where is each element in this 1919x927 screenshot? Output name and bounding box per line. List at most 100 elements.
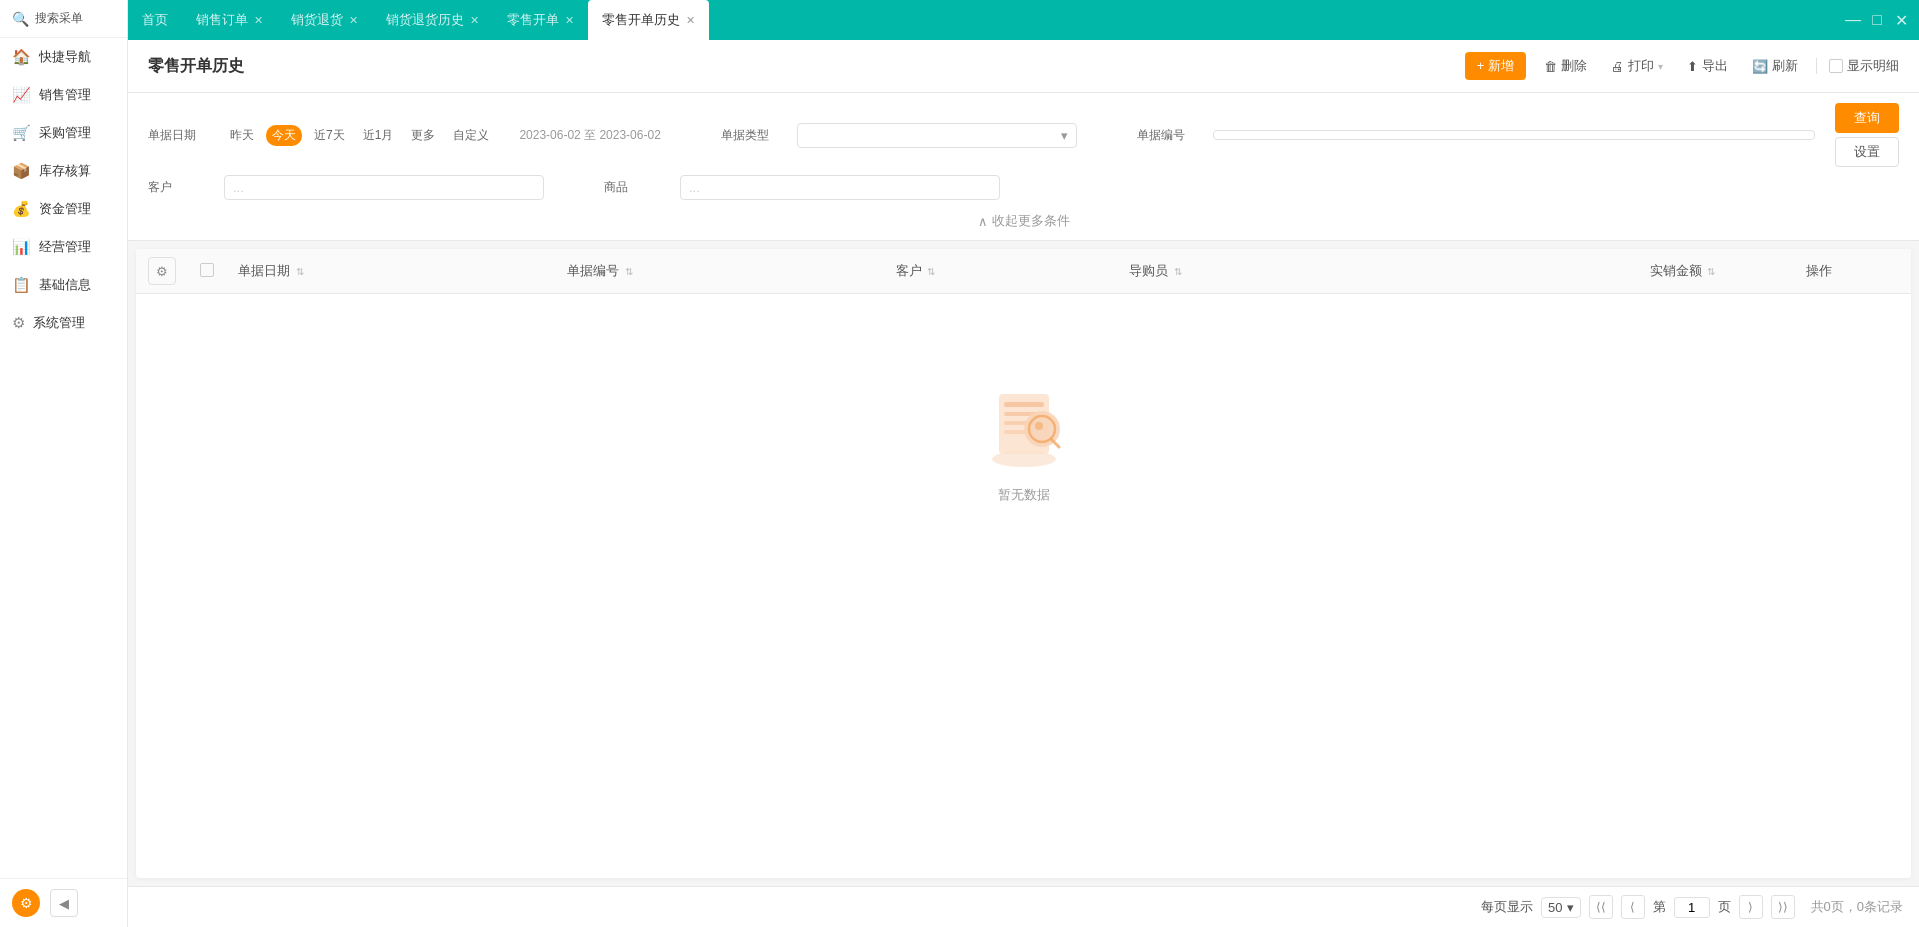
guide-sort-icon[interactable]: ⇅ [1174, 266, 1182, 277]
first-page-button[interactable]: ⟨⟨ [1589, 895, 1613, 919]
customer-filter-input[interactable]: ... [224, 175, 544, 200]
tab-home[interactable]: 首页 [128, 0, 182, 40]
print-icon: 🖨 [1611, 59, 1624, 74]
tab-label-sales-order: 销售订单 [196, 11, 248, 29]
page-word: 第 [1653, 898, 1666, 916]
sidebar-item-purchase-mgmt[interactable]: 🛒 采购管理 [0, 114, 127, 152]
sidebar-item-sales-mgmt[interactable]: 📈 销售管理 [0, 76, 127, 114]
display-detail-toggle[interactable]: 显示明细 [1829, 57, 1899, 75]
filter-actions: 查询 设置 [1835, 103, 1899, 167]
tab-close-sales-order[interactable]: ✕ [254, 14, 263, 27]
tab-close-sales-return[interactable]: ✕ [349, 14, 358, 27]
tab-close-retail-open[interactable]: ✕ [565, 14, 574, 27]
th-guide-label: 导购员 [1129, 263, 1168, 278]
sidebar-search[interactable]: 🔍 搜索采单 [0, 0, 127, 38]
sidebar-icon-inventory: 📦 [12, 162, 31, 180]
tab-sales-return-history[interactable]: 销货退货历史✕ [372, 0, 493, 40]
window-controls: — □ ✕ [1845, 12, 1909, 28]
sidebar-item-operations[interactable]: 📊 经营管理 [0, 228, 127, 266]
th-number: 单据编号 ⇅ [555, 249, 884, 294]
th-guide: 导购员 ⇅ [1117, 249, 1398, 294]
empty-text: 暂无数据 [998, 486, 1050, 504]
date-shortcut-更多[interactable]: 更多 [405, 125, 441, 146]
sidebar-nav: 🏠 快捷导航 📈 销售管理 🛒 采购管理 📦 库存核算 💰 资金管理 📊 经营管… [0, 38, 127, 878]
tab-label-retail-open-history: 零售开单历史 [602, 11, 680, 29]
type-filter-select[interactable]: ▾ [797, 123, 1077, 148]
type-select-arrow-icon: ▾ [1061, 128, 1068, 143]
goods-filter-placeholder: ... [689, 180, 700, 195]
add-button[interactable]: + 新增 [1465, 52, 1526, 80]
th-amount-label: 实销金额 [1650, 263, 1702, 278]
table-header-row: ⚙ 单据日期 ⇅ 单据编号 ⇅ [136, 249, 1911, 294]
tab-close-retail-open-history[interactable]: ✕ [686, 14, 695, 27]
close-button[interactable]: ✕ [1893, 12, 1909, 28]
tab-retail-open-history[interactable]: 零售开单历史 ✕ [588, 0, 709, 40]
sidebar-label-inventory: 库存核算 [39, 162, 91, 180]
display-detail-checkbox[interactable] [1829, 59, 1843, 73]
type-filter-label: 单据类型 [721, 127, 777, 144]
amount-sort-icon[interactable]: ⇅ [1707, 266, 1715, 277]
tab-retail-open[interactable]: 零售开单✕ [493, 0, 588, 40]
settings-gear-button[interactable]: ⚙ [12, 889, 40, 917]
sidebar-item-finance[interactable]: 💰 资金管理 [0, 190, 127, 228]
delete-icon: 🗑 [1544, 59, 1557, 74]
sidebar-collapse-button[interactable]: ◀ [50, 889, 78, 917]
svg-rect-2 [1004, 402, 1044, 407]
date-shortcut-自定义[interactable]: 自定义 [447, 125, 495, 146]
column-settings-button[interactable]: ⚙ [148, 257, 176, 285]
sidebar-icon-sales-mgmt: 📈 [12, 86, 31, 104]
export-button-label: 导出 [1702, 57, 1728, 75]
th-date-label: 单据日期 [238, 263, 290, 278]
tab-close-sales-return-history[interactable]: ✕ [470, 14, 479, 27]
date-shortcut-近1月[interactable]: 近1月 [357, 125, 400, 146]
display-detail-label: 显示明细 [1847, 57, 1899, 75]
empty-state: 暂无数据 [136, 294, 1911, 584]
main-area: 首页销售订单✕销货退货✕销货退货历史✕零售开单✕零售开单历史✕ — □ ✕ 零售… [128, 0, 1919, 927]
customer-sort-icon[interactable]: ⇅ [927, 266, 935, 277]
next-page-button[interactable]: ⟩ [1739, 895, 1763, 919]
filter-row-1: 单据日期 昨天今天近7天近1月更多自定义 2023-06-02 至 2023-0… [148, 103, 1899, 167]
tab-sales-return[interactable]: 销货退货✕ [277, 0, 372, 40]
date-sort-icon[interactable]: ⇅ [296, 266, 304, 277]
tabs-bar: 首页销售订单✕销货退货✕销货退货历史✕零售开单✕零售开单历史✕ — □ ✕ [128, 0, 1919, 40]
th-actions: 操作 [1727, 249, 1911, 294]
sidebar-icon-quick-nav: 🏠 [12, 48, 31, 66]
last-page-button[interactable]: ⟩⟩ [1771, 895, 1795, 919]
date-shortcut-近7天[interactable]: 近7天 [308, 125, 351, 146]
prev-page-button[interactable]: ⟨ [1621, 895, 1645, 919]
table-container: ⚙ 单据日期 ⇅ 单据编号 ⇅ [136, 249, 1911, 878]
print-button[interactable]: 🖨 打印 ▾ [1605, 53, 1669, 79]
number-filter-input[interactable] [1213, 130, 1815, 140]
number-sort-icon[interactable]: ⇅ [625, 266, 633, 277]
delete-button[interactable]: 🗑 删除 [1538, 53, 1593, 79]
per-page-label: 每页显示 [1481, 898, 1533, 916]
sidebar-item-quick-nav[interactable]: 🏠 快捷导航 [0, 38, 127, 76]
sidebar-search-label: 搜索采单 [35, 10, 83, 27]
refresh-button[interactable]: 🔄 刷新 [1746, 53, 1804, 79]
sidebar-label-system: 系统管理 [33, 314, 85, 332]
maximize-button[interactable]: □ [1869, 12, 1885, 28]
page-title: 零售开单历史 [148, 56, 244, 77]
collapse-filter-label: 收起更多条件 [992, 212, 1070, 230]
per-page-select[interactable]: 50 ▾ [1541, 897, 1580, 918]
delete-button-label: 删除 [1561, 57, 1587, 75]
date-filter-label: 单据日期 [148, 127, 204, 144]
sidebar-item-inventory[interactable]: 📦 库存核算 [0, 152, 127, 190]
page-number-input[interactable] [1674, 897, 1710, 918]
customer-filter-placeholder: ... [233, 180, 244, 195]
goods-filter-input[interactable]: ... [680, 175, 1000, 200]
date-shortcut-昨天[interactable]: 昨天 [224, 125, 260, 146]
sidebar-item-basic-info[interactable]: 📋 基础信息 [0, 266, 127, 304]
set-button[interactable]: 设置 [1835, 137, 1899, 167]
query-button[interactable]: 查询 [1835, 103, 1899, 133]
date-shortcut-今天[interactable]: 今天 [266, 125, 302, 146]
sidebar-icon-finance: 💰 [12, 200, 31, 218]
minimize-button[interactable]: — [1845, 12, 1861, 28]
collapse-filter-button[interactable]: ∧ 收起更多条件 [148, 208, 1899, 234]
toolbar-divider [1816, 58, 1817, 74]
tab-sales-order[interactable]: 销售订单 ✕ [182, 0, 277, 40]
filter-area: 单据日期 昨天今天近7天近1月更多自定义 2023-06-02 至 2023-0… [128, 93, 1919, 241]
select-all-checkbox[interactable] [200, 263, 214, 277]
export-button[interactable]: ⬆ 导出 [1681, 53, 1734, 79]
sidebar-item-system[interactable]: ⚙ 系统管理 [0, 304, 127, 342]
